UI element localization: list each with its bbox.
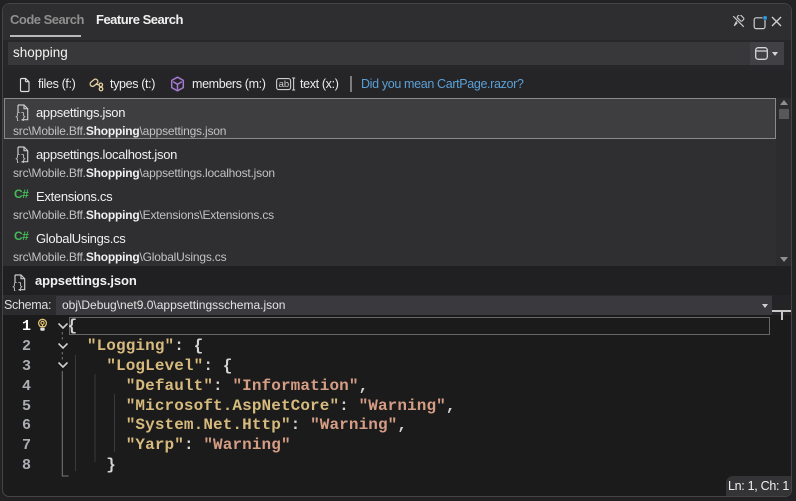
svg-text:ab: ab bbox=[279, 79, 290, 90]
svg-text:{}: {} bbox=[15, 112, 27, 122]
svg-text:{}: {} bbox=[15, 154, 27, 164]
svg-text:{}: {} bbox=[12, 282, 24, 292]
